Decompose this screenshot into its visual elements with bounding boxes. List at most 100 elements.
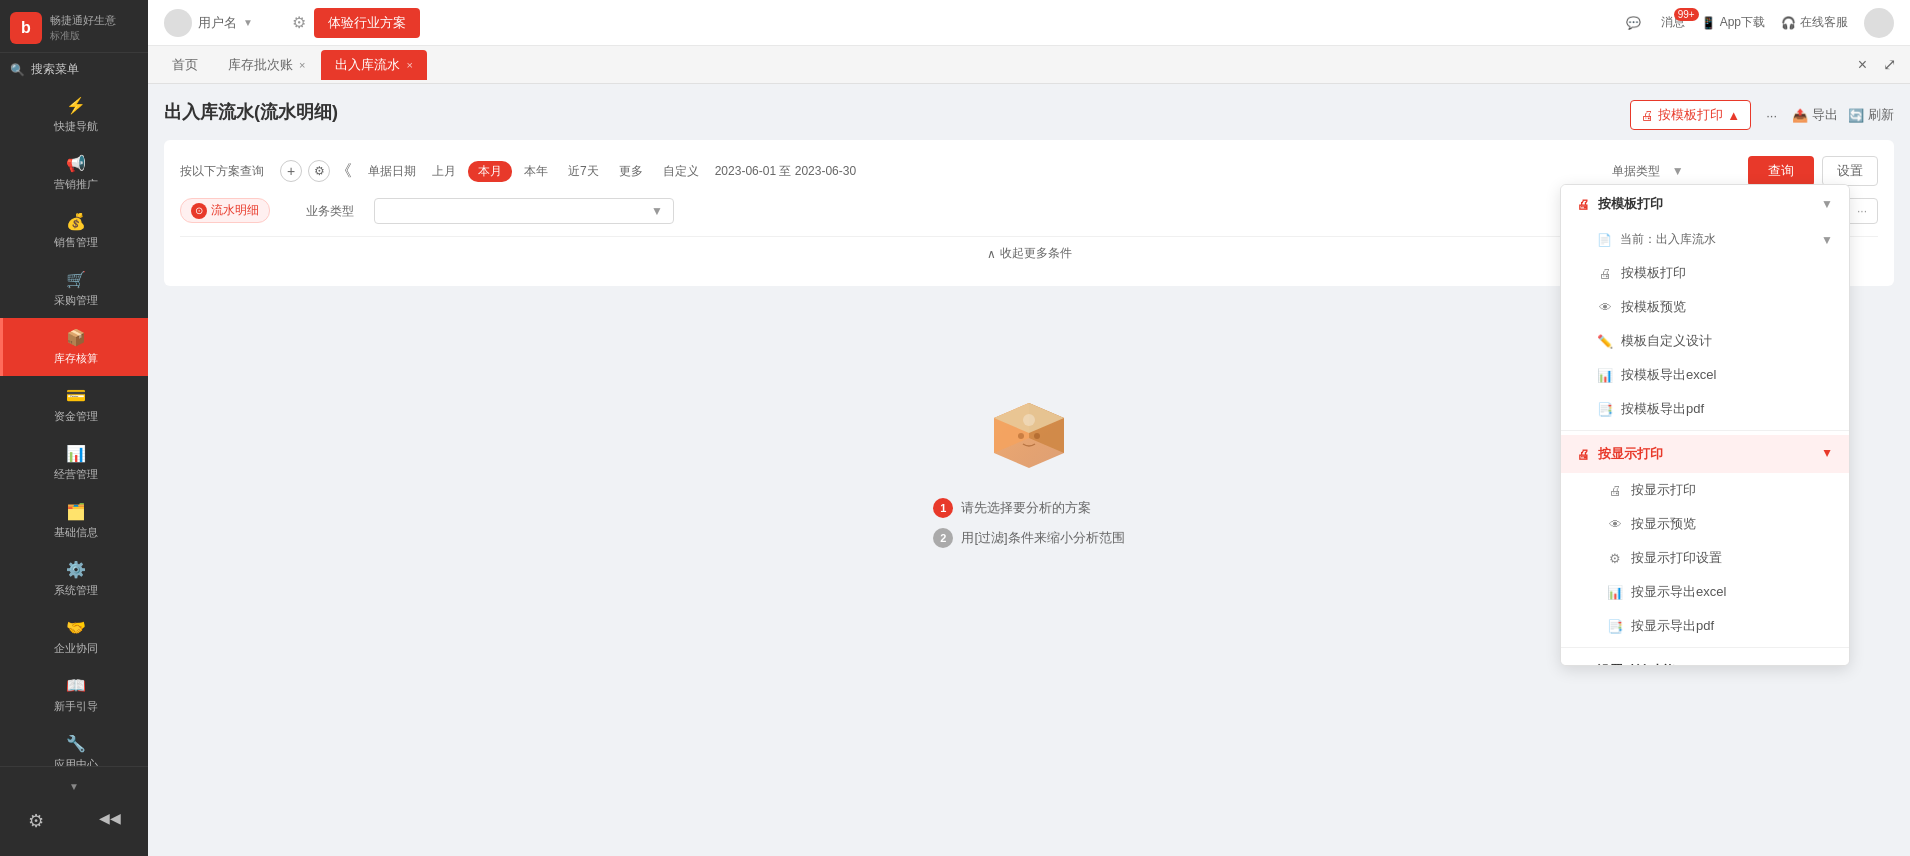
filter-right-btns: 查询 设置 [1748,156,1878,186]
empty-step-1: 1 请先选择要分析的方案 [933,498,1124,518]
sidebar-scroll-down[interactable]: ▼ [0,777,148,796]
filter-collapse-icon[interactable]: 《 [336,161,352,182]
app-download-btn[interactable]: 📱 App下载 [1701,14,1765,31]
date-7days-btn[interactable]: 近7天 [560,161,607,182]
display-print-header-left: 🖨 按显示打印 [1577,445,1663,463]
biz-type-select[interactable]: ▼ [374,198,674,224]
date-this-month-btn[interactable]: 本月 [468,161,512,182]
print-template-btn[interactable]: 🖨 按模板打印 ▲ [1630,100,1751,130]
print-template-icon: 🖨 [1641,108,1654,123]
tab-home-label: 首页 [172,56,198,74]
display-print-icon: 🖨 [1607,482,1623,498]
dropdown-display-export-pdf-item[interactable]: 📑 按显示导出pdf [1561,609,1849,643]
sidebar-item-purchase[interactable]: 🛒 采购管理 [0,260,148,318]
dropdown-display-print-item[interactable]: 🖨 按显示打印 [1561,473,1849,507]
content-area: 出入库流水(流水明细) 🖨 按模板打印 ▲ ··· 📤 导出 🔄 刷新 [148,84,1910,856]
message-btn[interactable]: 💬 99+ 消息 [1626,14,1685,31]
sidebar-item-basic[interactable]: 🗂️ 基础信息 [0,492,148,550]
sidebar-item-search[interactable]: 🔍 搜索菜单 [0,53,148,86]
query-btn[interactable]: 查询 [1748,156,1814,186]
sidebar-item-finance[interactable]: 💳 资金管理 [0,376,148,434]
display-excel-icon: 📊 [1607,584,1623,600]
main-area: 用户名 ▼ ⚙ 体验行业方案 💬 99+ 消息 📱 App下载 🎧 [148,0,1910,856]
tab-inout-flow-close[interactable]: × [406,59,412,71]
topbar: 用户名 ▼ ⚙ 体验行业方案 💬 99+ 消息 📱 App下载 🎧 [148,0,1910,46]
settings-gear-icon: ⚙ [28,810,44,832]
dropdown-template-print-item[interactable]: 🖨 按模板打印 [1561,256,1849,290]
display-pdf-icon: 📑 [1607,618,1623,634]
filter-tag-item[interactable]: ⊙ 流水明细 [180,198,270,223]
date-this-year-btn[interactable]: 本年 [516,161,556,182]
filter-settings-icon-btn[interactable]: ⚙ [308,160,330,182]
tab-inout-flow[interactable]: 出入库流水 × [321,50,426,80]
chevron-up-icon: ∧ [987,247,996,261]
refresh-btn[interactable]: 🔄 刷新 [1848,106,1894,124]
sidebar-item-marketing[interactable]: 📢 营销推广 [0,144,148,202]
app-download-label: App下载 [1720,14,1765,31]
message-icon: 💬 [1626,16,1641,30]
collapse-sidebar-btn[interactable]: ◀◀ [87,802,133,840]
settings-btn[interactable]: 设置 [1822,156,1878,186]
display-print-header-icon: 🖨 [1577,447,1590,462]
user-avatar [164,9,192,37]
search-label: 搜索菜单 [31,61,79,78]
tab-close-all-btn[interactable]: × [1854,52,1871,78]
tab-inventory-batch-close[interactable]: × [299,59,305,71]
finance-icon: 💳 [66,386,86,405]
sidebar-item-apps[interactable]: 🔧 应用中心 [0,724,148,766]
dropdown-template-preview-item[interactable]: 👁 按模板预览 [1561,290,1849,324]
set-default-icon: ⚙ [1577,664,1589,666]
sidebar-item-enterprise[interactable]: 🤝 企业协同 [0,608,148,666]
settings-gear-icon-top[interactable]: ⚙ [292,13,306,32]
inventory-label: 库存核算 [54,351,98,366]
dropdown-display-export-excel-item[interactable]: 📊 按显示导出excel [1561,575,1849,609]
tab-inventory-batch[interactable]: 库存批次账 × [214,50,319,80]
biz-type-chevron-icon: ▼ [651,204,663,218]
dropdown-current-template[interactable]: 📄 当前：出入库流水 ▼ [1561,223,1849,256]
set-default-label: 设置默认功能 [1597,662,1675,665]
dropdown-set-default-header[interactable]: ⚙ 设置默认功能 ▼ [1561,652,1849,665]
export-label: 导出 [1812,106,1838,124]
tab-expand-btn[interactable]: ⤢ [1879,51,1900,78]
dropdown-template-export-excel-item[interactable]: 📊 按模板导出excel [1561,358,1849,392]
quick-nav-icon: ⚡ [66,96,86,115]
sidebar-item-quick-nav[interactable]: ⚡ 快捷导航 [0,86,148,144]
settings-bottom-btn[interactable]: ⚙ [16,802,56,840]
more-options-icon: ··· [1766,108,1777,123]
print-dropdown-panel: 🖨 按模板打印 ▼ 📄 当前：出入库流水 ▼ 🖨 按模板打印 [1560,184,1850,666]
dropdown-template-custom-item[interactable]: ✏️ 模板自定义设计 [1561,324,1849,358]
sidebar-item-operations[interactable]: 📊 经营管理 [0,434,148,492]
sidebar-item-inventory[interactable]: 📦 库存核算 [0,318,148,376]
template-print-section-label: 按模板打印 [1598,195,1663,213]
step2-num: 2 [933,528,953,548]
dropdown-template-export-pdf-item[interactable]: 📑 按模板导出pdf [1561,392,1849,426]
tab-home[interactable]: 首页 [158,50,212,80]
more-options-btn[interactable]: ··· [1761,103,1782,128]
dropdown-display-preview-item[interactable]: 👁 按显示预览 [1561,507,1849,541]
industry-btn[interactable]: 体验行业方案 [314,8,420,38]
print-template-chevron-icon: ▲ [1727,108,1740,123]
online-service-btn[interactable]: 🎧 在线客服 [1781,14,1848,31]
dropdown-template-print-header[interactable]: 🖨 按模板打印 ▼ [1561,185,1849,223]
apps-label: 应用中心 [54,757,98,766]
date-last-month-btn[interactable]: 上月 [424,161,464,182]
empty-state-steps: 1 请先选择要分析的方案 2 用[过滤]条件来缩小分析范围 [933,498,1124,548]
dropdown-divider-2 [1561,647,1849,648]
svg-point-5 [1018,433,1024,439]
sidebar-item-system[interactable]: ⚙️ 系统管理 [0,550,148,608]
sidebar-item-guide[interactable]: 📖 新手引导 [0,666,148,724]
sidebar-item-sales[interactable]: 💰 销售管理 [0,202,148,260]
dropdown-display-print-settings-item[interactable]: ⚙ 按显示打印设置 [1561,541,1849,575]
inventory-icon: 📦 [66,328,86,347]
user-avatar-top[interactable] [1864,8,1894,38]
filter-add-btn[interactable]: + [280,160,302,182]
date-custom-btn[interactable]: 自定义 [655,161,707,182]
user-selector[interactable]: 用户名 ▼ [164,9,284,37]
date-more-btn[interactable]: 更多 [611,161,651,182]
export-btn[interactable]: 📤 导出 [1792,106,1838,124]
system-icon: ⚙️ [66,560,86,579]
dropdown-display-print-header[interactable]: 🖨 按显示打印 ▲ [1561,435,1849,473]
pdf-item-icon: 📑 [1597,401,1613,417]
online-service-label: 在线客服 [1800,14,1848,31]
step1-text: 请先选择要分析的方案 [961,499,1091,517]
